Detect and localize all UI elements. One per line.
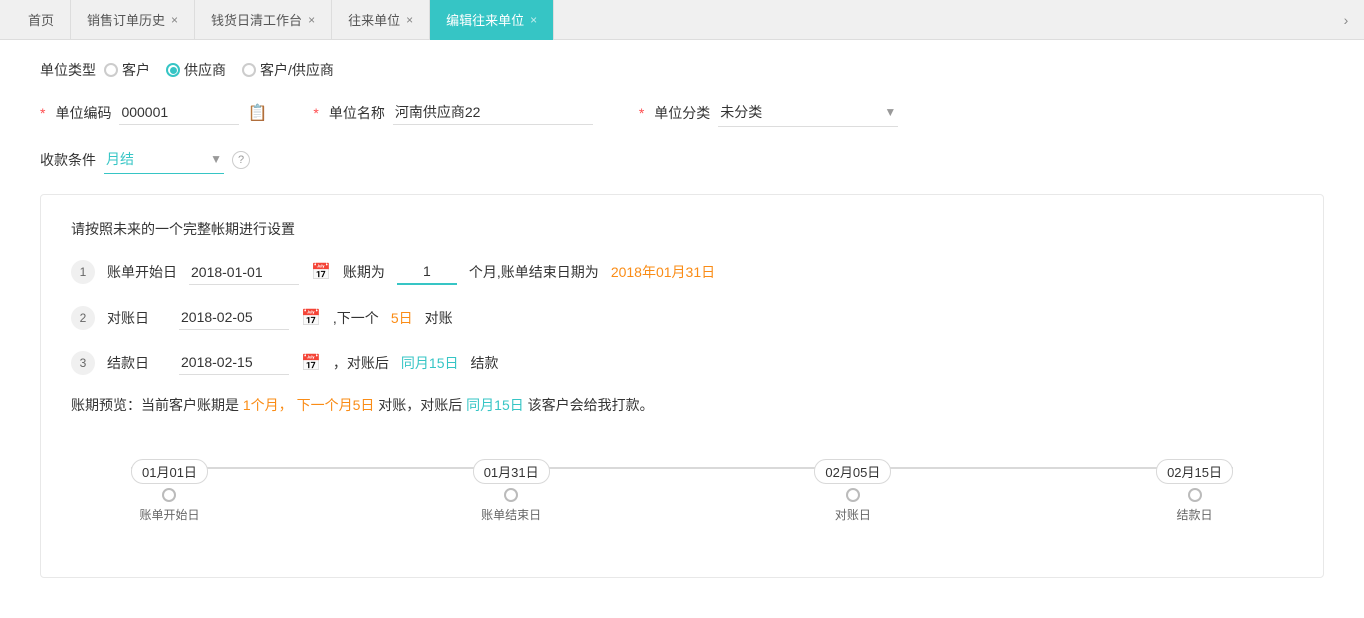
settings-row-2: 2 对账日 📅 ,下一个 5日 对账 bbox=[71, 305, 1293, 330]
radio-label-both: 客户/供应商 bbox=[260, 60, 334, 80]
payment-cond-arrow-icon: ▼ bbox=[210, 152, 222, 166]
unit-type-radio-group: 客户 供应商 客户/供应商 bbox=[104, 60, 334, 80]
preview-reconcile-day: 下一个月5日 bbox=[297, 397, 375, 413]
row-1-end-date: 2018年01月31日 bbox=[611, 262, 715, 282]
row-3-prefix: ，对账后 bbox=[333, 353, 389, 373]
timeline-node-1: 01月01日 账单开始日 bbox=[131, 459, 208, 523]
timeline-label-3: 对账日 bbox=[835, 506, 871, 523]
preview-text: 账期预览：当前客户账期是 1个月， 下一个月5日 对账，对账后 同月15日 该客… bbox=[71, 395, 1293, 415]
timeline-circle-4 bbox=[1188, 488, 1202, 502]
radio-customer[interactable]: 客户 bbox=[104, 60, 150, 80]
row-3-day-highlight: 同月15日 bbox=[401, 353, 459, 373]
unit-code-label: 单位编码 bbox=[55, 103, 111, 123]
preview-reconcile-text: 对账，对账后 bbox=[378, 397, 462, 413]
start-date-calendar-icon[interactable]: 📅 bbox=[311, 262, 331, 282]
timeline-label-4: 结款日 bbox=[1177, 506, 1213, 523]
payment-cond-value: 月结 bbox=[106, 149, 206, 169]
settings-row-1: 1 账单开始日 📅 账期为 个月,账单结束日期为 2018年01月31日 bbox=[71, 259, 1293, 285]
row-2-suffix: 对账 bbox=[425, 308, 453, 328]
unit-category-label: 单位分类 bbox=[654, 103, 710, 123]
start-date-input[interactable] bbox=[189, 260, 299, 285]
timeline-circle-2 bbox=[504, 488, 518, 502]
row-label-2: 对账日 bbox=[107, 308, 167, 328]
radio-circle-both bbox=[242, 63, 256, 77]
preview-suffix: 该客户会给我打款。 bbox=[528, 397, 654, 413]
timeline-label-1: 账单开始日 bbox=[139, 506, 199, 523]
reconcile-date-input[interactable] bbox=[179, 305, 289, 330]
close-tab-cash-work[interactable]: × bbox=[308, 13, 315, 27]
close-tab-edit-partner[interactable]: × bbox=[530, 13, 537, 27]
radio-label-supplier: 供应商 bbox=[184, 60, 226, 80]
row-2-day-highlight: 5日 bbox=[391, 308, 413, 328]
timeline-label-2: 账单结束日 bbox=[481, 506, 541, 523]
tab-edit-partner[interactable]: 编辑往来单位 × bbox=[430, 0, 554, 40]
payment-cond-label: 收款条件 bbox=[40, 150, 96, 170]
timeline: 01月01日 账单开始日 01月31日 账单结束日 02月05日 对账日 bbox=[71, 439, 1293, 553]
preview-months: 1个月， bbox=[243, 397, 293, 413]
main-content: 单位类型 客户 供应商 客户/供应商 * 单位编码 📋 * 单位名称 * bbox=[0, 40, 1364, 618]
timeline-node-4: 02月15日 结款日 bbox=[1156, 459, 1233, 523]
unit-category-arrow-icon: ▼ bbox=[884, 105, 896, 119]
radio-supplier[interactable]: 供应商 bbox=[166, 60, 226, 80]
timeline-circle-3 bbox=[846, 488, 860, 502]
row-number-2: 2 bbox=[71, 306, 95, 330]
timeline-date-1: 01月01日 bbox=[131, 459, 208, 484]
required-star-code: * bbox=[40, 105, 45, 121]
tab-more-button[interactable]: › bbox=[1336, 12, 1356, 28]
preview-label: 账期预览：当前客户账期是 bbox=[71, 397, 239, 413]
tab-cash-work[interactable]: 钱货日清工作台 × bbox=[195, 0, 332, 40]
settings-title: 请按照未来的一个完整帐期进行设置 bbox=[71, 219, 1293, 239]
payment-date-input[interactable] bbox=[179, 350, 289, 375]
tab-partner-unit[interactable]: 往来单位 × bbox=[332, 0, 430, 40]
row-label-1: 账单开始日 bbox=[107, 262, 177, 282]
timeline-date-3: 02月05日 bbox=[814, 459, 891, 484]
timeline-circle-1 bbox=[162, 488, 176, 502]
row-number-1: 1 bbox=[71, 260, 95, 284]
row-1-desc-prefix: 账期为 bbox=[343, 262, 385, 282]
unit-code-input[interactable] bbox=[119, 100, 239, 125]
row-3-suffix: 结款 bbox=[471, 353, 499, 373]
radio-label-customer: 客户 bbox=[122, 60, 150, 80]
timeline-date-4: 02月15日 bbox=[1156, 459, 1233, 484]
radio-both[interactable]: 客户/供应商 bbox=[242, 60, 334, 80]
unit-code-calendar-icon[interactable]: 📋 bbox=[247, 103, 267, 123]
payment-date-calendar-icon[interactable]: 📅 bbox=[301, 353, 321, 373]
radio-circle-customer bbox=[104, 63, 118, 77]
unit-name-input[interactable] bbox=[393, 100, 593, 125]
payment-cond-row: 收款条件 月结 ▼ ? bbox=[40, 145, 1324, 174]
close-tab-partner-unit[interactable]: × bbox=[406, 13, 413, 27]
required-star-category: * bbox=[639, 105, 644, 121]
unit-type-label: 单位类型 bbox=[40, 60, 96, 80]
unit-info-row: * 单位编码 📋 * 单位名称 * 单位分类 未分类 ▼ bbox=[40, 98, 1324, 127]
unit-name-label: 单位名称 bbox=[329, 103, 385, 123]
unit-category-select[interactable]: 未分类 ▼ bbox=[718, 98, 898, 127]
unit-type-row: 单位类型 客户 供应商 客户/供应商 bbox=[40, 60, 1324, 80]
preview-section: 账期预览：当前客户账期是 1个月， 下一个月5日 对账，对账后 同月15日 该客… bbox=[71, 395, 1293, 553]
timeline-date-2: 01月31日 bbox=[473, 459, 550, 484]
row-2-prefix: ,下一个 bbox=[333, 308, 379, 328]
timeline-node-3: 02月05日 对账日 bbox=[814, 459, 891, 523]
payment-cond-select[interactable]: 月结 ▼ bbox=[104, 145, 224, 174]
period-months-input[interactable] bbox=[397, 259, 457, 285]
row-label-3: 结款日 bbox=[107, 353, 167, 373]
required-star-name: * bbox=[313, 105, 318, 121]
tab-home[interactable]: 首页 bbox=[8, 0, 71, 40]
timeline-nodes: 01月01日 账单开始日 01月31日 账单结束日 02月05日 对账日 bbox=[71, 459, 1293, 523]
radio-circle-supplier bbox=[166, 63, 180, 77]
settings-row-3: 3 结款日 📅 ，对账后 同月15日 结款 bbox=[71, 350, 1293, 375]
preview-payment-day: 同月15日 bbox=[466, 397, 524, 413]
row-1-desc-suffix: 个月,账单结束日期为 bbox=[469, 262, 599, 282]
reconcile-date-calendar-icon[interactable]: 📅 bbox=[301, 308, 321, 328]
timeline-node-2: 01月31日 账单结束日 bbox=[473, 459, 550, 523]
row-number-3: 3 bbox=[71, 351, 95, 375]
tab-sales-history[interactable]: 销售订单历史 × bbox=[71, 0, 195, 40]
tab-bar: 首页 销售订单历史 × 钱货日清工作台 × 往来单位 × 编辑往来单位 × › bbox=[0, 0, 1364, 40]
unit-category-value: 未分类 bbox=[720, 102, 880, 122]
close-tab-sales-history[interactable]: × bbox=[171, 13, 178, 27]
payment-help-icon[interactable]: ? bbox=[232, 151, 250, 169]
settings-card: 请按照未来的一个完整帐期进行设置 1 账单开始日 📅 账期为 个月,账单结束日期… bbox=[40, 194, 1324, 578]
